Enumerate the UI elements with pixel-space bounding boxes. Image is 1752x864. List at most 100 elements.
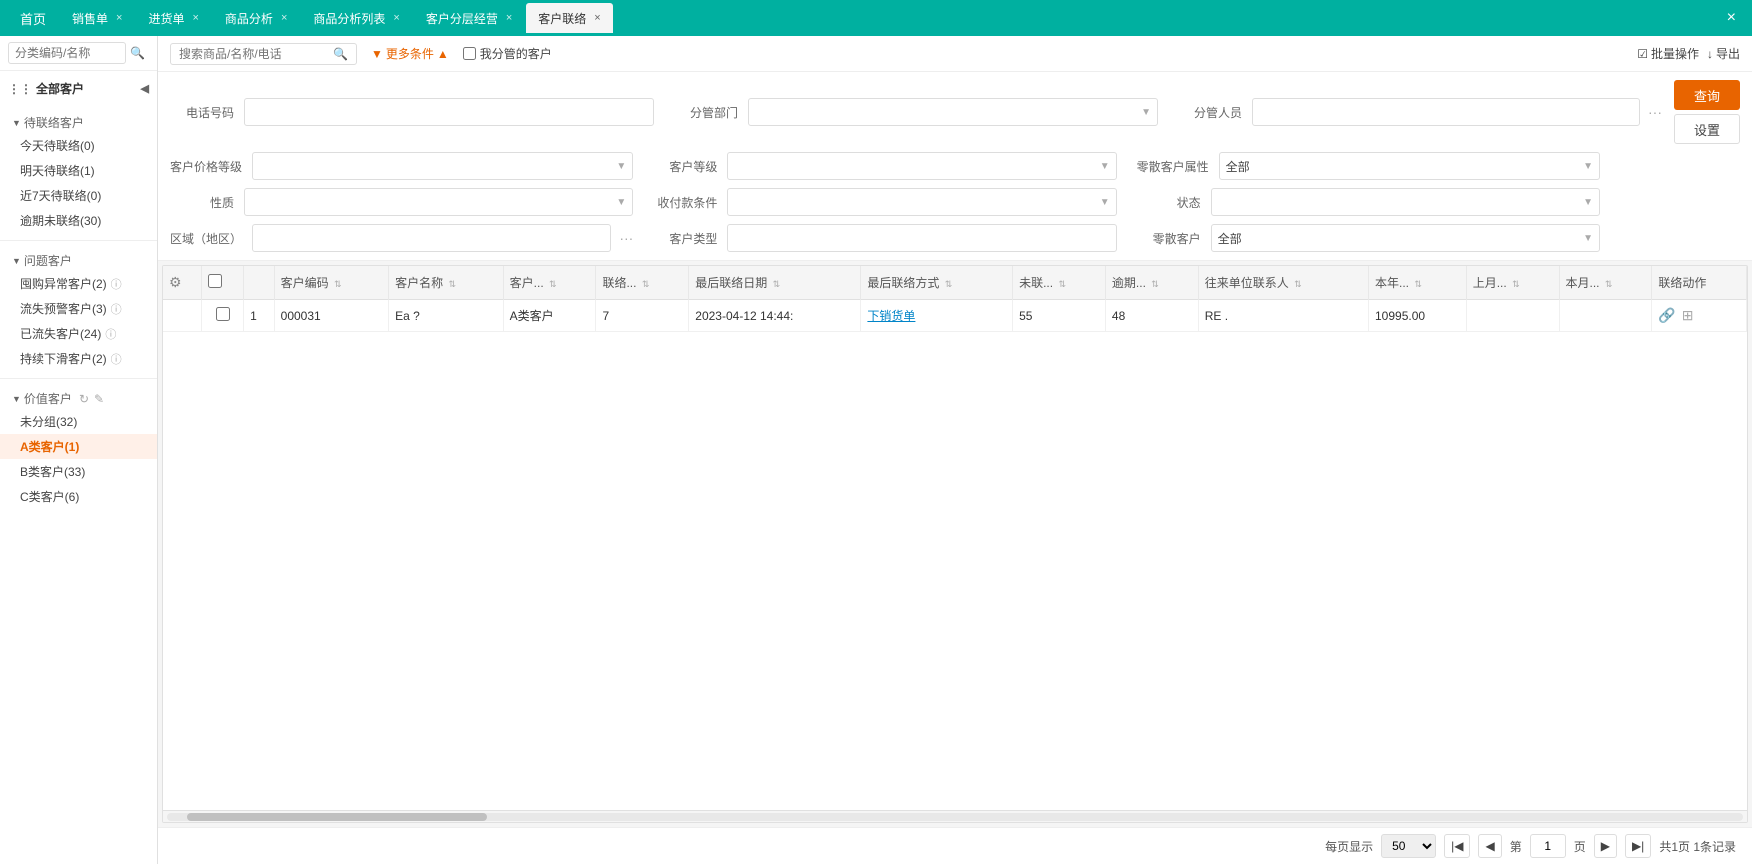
sidebar-item-declining[interactable]: 持续下滑客户(2) ⓘ <box>0 346 157 371</box>
sort-icon-method[interactable]: ⇅ <box>945 279 953 289</box>
sidebar-item-churn-warning[interactable]: 流失预警客户(3) ⓘ <box>0 296 157 321</box>
sidebar-search-button[interactable]: 🔍 <box>126 44 149 62</box>
page-input[interactable] <box>1530 834 1566 858</box>
col-name[interactable]: 客户名称 ⇅ <box>389 266 504 300</box>
close-tab-analysis-list[interactable]: × <box>393 12 399 24</box>
nav-tab-customer-seg[interactable]: 客户分层经营 × <box>414 3 524 33</box>
col-this-month[interactable]: 本月... ⇅ <box>1559 266 1652 300</box>
next-page-button[interactable]: ▶ <box>1594 834 1617 858</box>
customer-level-select[interactable]: ▼ <box>727 152 1116 180</box>
close-tab-customer-seg[interactable]: × <box>506 12 512 24</box>
edit-icon[interactable]: ✎ <box>94 392 104 406</box>
col-gear[interactable]: ⚙ <box>163 266 202 300</box>
col-last-contact-method[interactable]: 最后联络方式 ⇅ <box>861 266 1013 300</box>
per-page-select[interactable]: 50 100 200 <box>1381 834 1436 858</box>
select-all-checkbox[interactable] <box>208 274 222 288</box>
sort-icon-date[interactable]: ⇅ <box>773 279 781 289</box>
col-this-year[interactable]: 本年... ⇅ <box>1369 266 1467 300</box>
query-button[interactable]: 查询 <box>1674 80 1740 110</box>
dept-select[interactable]: ▼ <box>748 98 1158 126</box>
status-select[interactable]: ▼ <box>1211 188 1600 216</box>
payment-select[interactable]: ▼ <box>727 188 1116 216</box>
refresh-icon[interactable]: ↻ <box>79 392 89 406</box>
more-filter-button[interactable]: ▼ 更多条件 ▲ <box>365 42 455 65</box>
export-button[interactable]: ↓ 导出 <box>1707 45 1740 62</box>
first-page-button[interactable]: |◀ <box>1444 834 1470 858</box>
sort-icon-name[interactable]: ⇅ <box>449 279 457 289</box>
nav-tab-analysis-list[interactable]: 商品分析列表 × <box>301 3 411 33</box>
price-level-select[interactable]: ▼ <box>252 152 633 180</box>
collapse-icon[interactable]: ◀ <box>141 82 149 95</box>
sort-icon-no-contact[interactable]: ⇅ <box>1058 279 1066 289</box>
per-page-label: 每页显示 <box>1325 838 1373 855</box>
close-tab-purchase[interactable]: × <box>192 12 198 24</box>
col-last-contact-date[interactable]: 最后联络日期 ⇅ <box>689 266 861 300</box>
nature-select[interactable]: ▼ <box>244 188 633 216</box>
sidebar-item-overdue[interactable]: 逾期未联络(30) <box>0 208 157 233</box>
sort-icon-contact[interactable]: ⇅ <box>642 279 650 289</box>
action-icon-1[interactable]: 🔗 <box>1658 307 1675 324</box>
setting-button[interactable]: 设置 <box>1674 114 1740 144</box>
area-dots[interactable]: ··· <box>619 230 633 246</box>
sidebar-item-churned[interactable]: 已流失客户(24) ⓘ <box>0 321 157 346</box>
col-company-contact[interactable]: 往来单位联系人 ⇅ <box>1198 266 1368 300</box>
gear-icon[interactable]: ⚙ <box>169 274 182 290</box>
scrollbar-thumb[interactable] <box>187 813 487 821</box>
sort-icon-last-month[interactable]: ⇅ <box>1512 279 1520 289</box>
sidebar-group-pending-label[interactable]: ▼ 待联络客户 <box>0 110 157 133</box>
retail-customer-select[interactable]: 全部 ▼ <box>1211 224 1600 252</box>
last-method-link[interactable]: 下销货单 <box>867 309 915 323</box>
close-tab-analysis[interactable]: × <box>281 12 287 24</box>
row-checkbox-1[interactable] <box>216 307 230 321</box>
sidebar-divider-1 <box>0 240 157 241</box>
col-type[interactable]: 客户... ⇅ <box>503 266 596 300</box>
tri-icon: ▼ <box>12 118 21 128</box>
prev-page-button[interactable]: ◀ <box>1478 834 1501 858</box>
close-tab-salesorder[interactable]: × <box>116 12 122 24</box>
action-icon-2[interactable]: ⊞ <box>1682 307 1694 324</box>
area-input[interactable] <box>252 224 611 252</box>
customer-type-input[interactable] <box>727 224 1116 252</box>
sort-icon-company[interactable]: ⇅ <box>1294 279 1302 289</box>
sidebar-item-a-class[interactable]: A类客户(1) <box>0 434 157 459</box>
sidebar-item-tomorrow[interactable]: 明天待联络(1) <box>0 158 157 183</box>
col-last-month[interactable]: 上月... ⇅ <box>1466 266 1559 300</box>
col-contact[interactable]: 联络... ⇅ <box>596 266 689 300</box>
nav-tab-salesorder[interactable]: 销售单 × <box>60 3 134 33</box>
main-search-icon[interactable]: 🔍 <box>333 47 348 61</box>
col-no-contact[interactable]: 未联... ⇅ <box>1013 266 1106 300</box>
sidebar-item-7days[interactable]: 近7天待联络(0) <box>0 183 157 208</box>
col-overdue[interactable]: 逾期... ⇅ <box>1105 266 1198 300</box>
main-search-input[interactable] <box>179 47 329 61</box>
my-customer-checkbox[interactable] <box>463 47 476 60</box>
sort-icon-code[interactable]: ⇅ <box>334 279 342 289</box>
sidebar-group-value-label[interactable]: ▼ 价值客户 ↻ ✎ <box>0 386 157 409</box>
sort-icon-overdue[interactable]: ⇅ <box>1151 279 1159 289</box>
batch-op-button[interactable]: ☑ 批量操作 <box>1637 45 1699 62</box>
horizontal-scrollbar[interactable] <box>163 810 1747 822</box>
sidebar-item-c-class[interactable]: C类客户(6) <box>0 484 157 509</box>
last-page-button[interactable]: ▶| <box>1625 834 1651 858</box>
sidebar-item-hoarding[interactable]: 囤购异常客户(2) ⓘ <box>0 271 157 296</box>
nav-home[interactable]: 首页 <box>8 5 58 32</box>
close-all-tabs[interactable]: × <box>1719 5 1744 31</box>
sidebar-item-ungroup[interactable]: 未分组(32) <box>0 409 157 434</box>
sidebar-group-problem-label[interactable]: ▼ 问题客户 <box>0 248 157 271</box>
sort-icon-year[interactable]: ⇅ <box>1414 279 1422 289</box>
close-tab-customer-contact[interactable]: × <box>594 12 600 24</box>
col-code[interactable]: 客户编码 ⇅ <box>274 266 389 300</box>
nav-tab-customer-contact[interactable]: 客户联络 × <box>526 3 612 33</box>
sidebar-search-input[interactable] <box>8 42 126 64</box>
phone-input[interactable] <box>244 98 654 126</box>
person-input[interactable] <box>1252 98 1640 126</box>
person-dots[interactable]: ··· <box>1648 104 1662 120</box>
main-layout: 🔍 ⋮⋮ 全部客户 ◀ ▼ 待联络客户 今天待联络(0) 明天待联络(1) 近7… <box>0 36 1752 864</box>
sidebar-item-b-class[interactable]: B类客户(33) <box>0 459 157 484</box>
sidebar-all-customers-header[interactable]: ⋮⋮ 全部客户 ◀ <box>0 75 157 102</box>
sidebar-item-today[interactable]: 今天待联络(0) <box>0 133 157 158</box>
retail-attr-select[interactable]: 全部 ▼ <box>1219 152 1600 180</box>
nav-tab-purchase[interactable]: 进货单 × <box>136 3 210 33</box>
sort-icon-this-month[interactable]: ⇅ <box>1605 279 1613 289</box>
sort-icon-type[interactable]: ⇅ <box>549 279 557 289</box>
nav-tab-analysis[interactable]: 商品分析 × <box>213 3 299 33</box>
